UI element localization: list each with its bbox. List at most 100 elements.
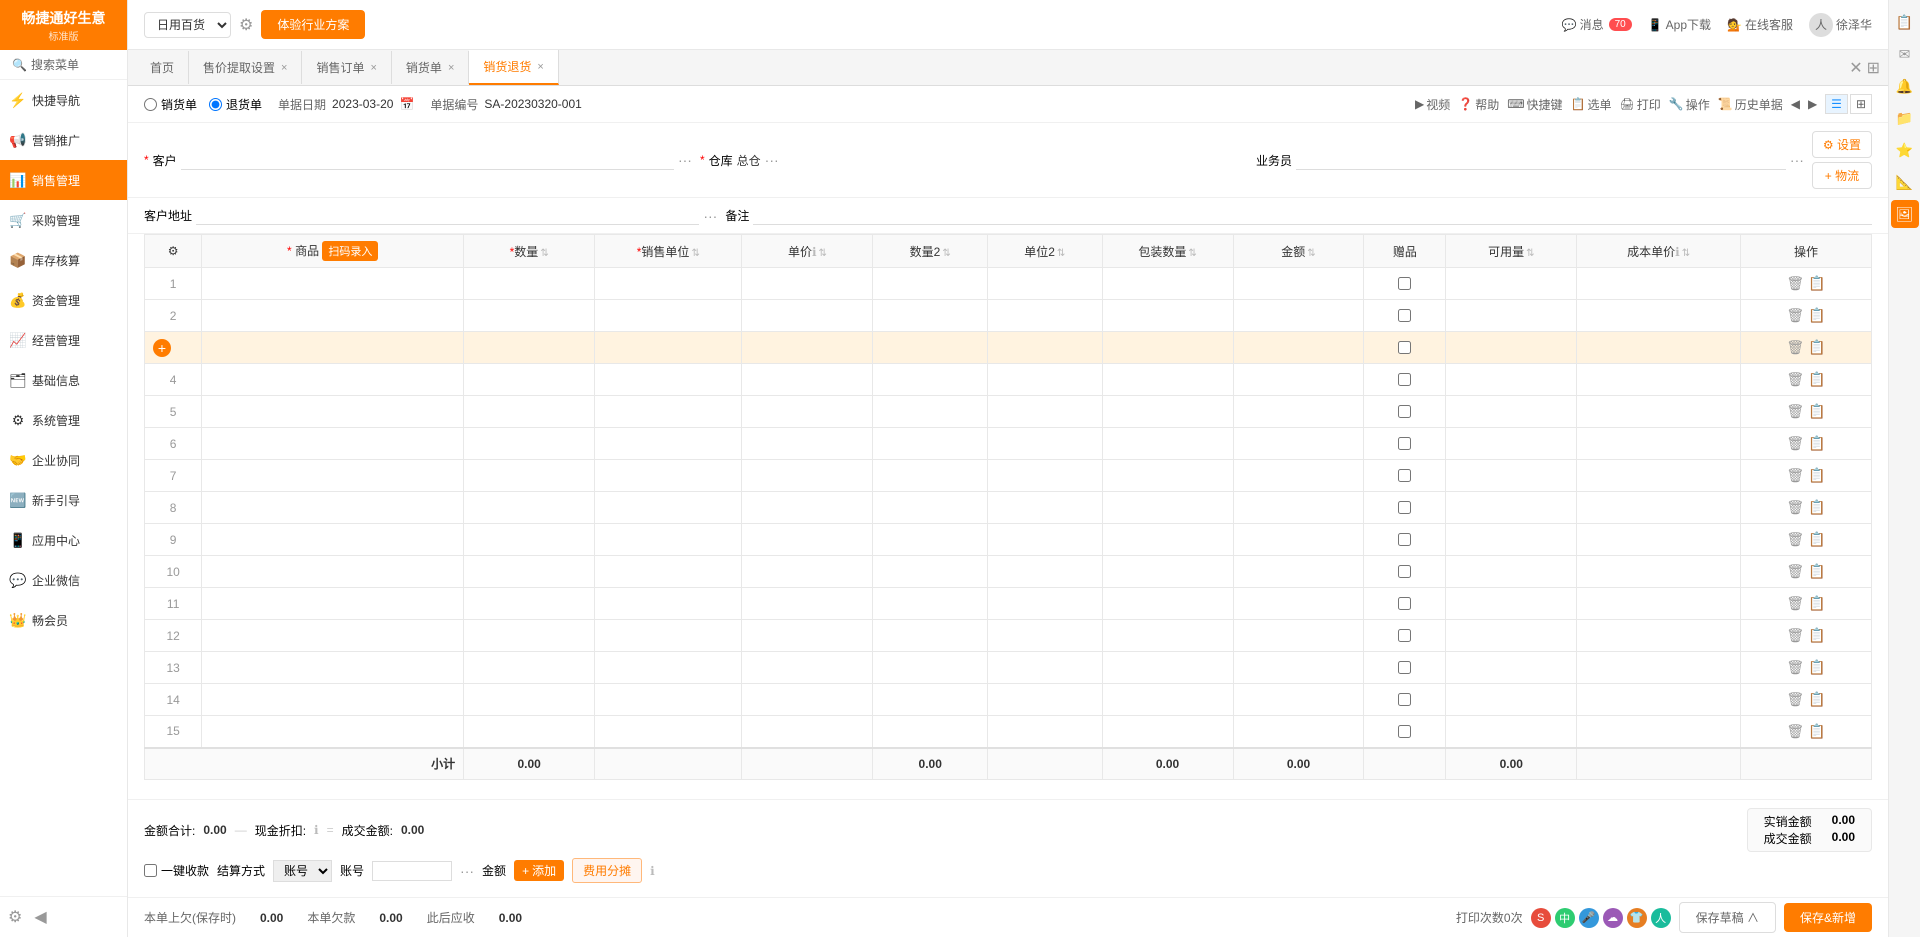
- sidebar-item-vip[interactable]: 👑 畅会员: [0, 600, 127, 640]
- tab-price-close[interactable]: ×: [281, 62, 287, 74]
- product-cell[interactable]: [202, 716, 464, 748]
- save-draft-btn[interactable]: 保存草稿 ∧: [1679, 902, 1776, 933]
- quantity2-cell[interactable]: [873, 652, 988, 684]
- amount-cell[interactable]: [1233, 268, 1364, 300]
- account-select-btn[interactable]: ···: [460, 863, 474, 879]
- quantity2-cell[interactable]: [873, 492, 988, 524]
- gift-cell[interactable]: [1364, 268, 1446, 300]
- sidebar-item-apps[interactable]: 📱 应用中心: [0, 520, 127, 560]
- pack-qty-cell[interactable]: [1102, 300, 1233, 332]
- pack-qty-cell[interactable]: [1102, 332, 1233, 364]
- copy-row-btn[interactable]: 📋: [1808, 435, 1825, 452]
- sidebar-search[interactable]: 🔍 搜索菜单: [0, 50, 127, 80]
- gift-cell[interactable]: [1364, 716, 1446, 748]
- radio-sales-input[interactable]: [144, 98, 157, 111]
- gift-cell[interactable]: [1364, 556, 1446, 588]
- unit2-cell[interactable]: [987, 300, 1102, 332]
- prev-record-btn[interactable]: ◀: [1791, 97, 1800, 111]
- cost-price-cell[interactable]: [1577, 492, 1741, 524]
- radio-return-input[interactable]: [209, 98, 222, 111]
- quantity2-cell[interactable]: [873, 588, 988, 620]
- cost-price-cell[interactable]: [1577, 716, 1741, 748]
- quantity-cell[interactable]: [464, 652, 595, 684]
- unit2-cell[interactable]: [987, 652, 1102, 684]
- gift-cell[interactable]: [1364, 300, 1446, 332]
- available-cell[interactable]: [1446, 396, 1577, 428]
- amount-cell[interactable]: [1233, 620, 1364, 652]
- unit2-cell[interactable]: [987, 588, 1102, 620]
- copy-row-btn[interactable]: 📋: [1808, 691, 1825, 708]
- gift-checkbox[interactable]: [1398, 309, 1411, 322]
- available-cell[interactable]: [1446, 300, 1577, 332]
- sidebar-bottom-gear[interactable]: ⚙: [8, 907, 22, 927]
- gift-checkbox[interactable]: [1398, 341, 1411, 354]
- salesperson-select-btn[interactable]: ···: [1790, 152, 1804, 168]
- calendar-icon[interactable]: 📅: [399, 97, 414, 111]
- unit-price-cell[interactable]: [742, 620, 873, 652]
- quantity-cell[interactable]: [464, 460, 595, 492]
- icon-cloud[interactable]: ☁: [1603, 908, 1623, 928]
- product-cell[interactable]: [202, 300, 464, 332]
- sidebar-item-wechat[interactable]: 💬 企业微信: [0, 560, 127, 600]
- gift-checkbox[interactable]: [1398, 597, 1411, 610]
- product-cell[interactable]: [202, 492, 464, 524]
- maximize-btn[interactable]: ⊞: [1867, 58, 1880, 78]
- delete-row-btn[interactable]: 🗑: [1786, 659, 1804, 676]
- delete-row-btn[interactable]: 🗑: [1786, 467, 1804, 484]
- unit-price-cell[interactable]: [742, 332, 873, 364]
- address-input[interactable]: [196, 206, 699, 225]
- sidebar-collapse-btn[interactable]: ◀: [34, 907, 46, 927]
- gift-cell[interactable]: [1364, 332, 1446, 364]
- gift-cell[interactable]: [1364, 588, 1446, 620]
- unit-price-cell[interactable]: [742, 268, 873, 300]
- icon-zh[interactable]: 中: [1555, 908, 1575, 928]
- unit-sort-icon[interactable]: ⇅: [691, 248, 699, 259]
- settings-side-btn[interactable]: ⚙ 设置: [1812, 131, 1872, 158]
- right-icon-bell[interactable]: 🔔: [1891, 72, 1919, 100]
- available-cell[interactable]: [1446, 684, 1577, 716]
- available-cell[interactable]: [1446, 620, 1577, 652]
- gift-cell[interactable]: [1364, 492, 1446, 524]
- quantity2-cell[interactable]: [873, 268, 988, 300]
- sales-unit-cell[interactable]: [595, 460, 742, 492]
- select-doc-btn[interactable]: 📋 选单: [1571, 96, 1612, 113]
- delete-row-btn[interactable]: 🗑: [1786, 371, 1804, 388]
- add-payment-btn[interactable]: + 添加: [514, 860, 564, 881]
- sales-unit-cell[interactable]: [595, 684, 742, 716]
- sales-unit-cell[interactable]: [595, 268, 742, 300]
- unit2-cell[interactable]: [987, 428, 1102, 460]
- available-cell[interactable]: [1446, 588, 1577, 620]
- product-cell[interactable]: [202, 652, 464, 684]
- gift-cell[interactable]: [1364, 684, 1446, 716]
- app-download-btn[interactable]: 📱 App下载: [1648, 16, 1711, 33]
- available-cell[interactable]: [1446, 460, 1577, 492]
- pack-qty-cell[interactable]: [1102, 588, 1233, 620]
- unit-price-cell[interactable]: [742, 428, 873, 460]
- gift-checkbox[interactable]: [1398, 405, 1411, 418]
- quantity2-cell[interactable]: [873, 620, 988, 652]
- sidebar-item-operation[interactable]: 📈 经营管理: [0, 320, 127, 360]
- quantity-cell[interactable]: [464, 556, 595, 588]
- unit-price-cell[interactable]: [742, 524, 873, 556]
- unit-price-cell[interactable]: [742, 396, 873, 428]
- scan-input-btn[interactable]: 扫码录入: [322, 241, 378, 261]
- quantity-cell[interactable]: [464, 300, 595, 332]
- cost-price-cell[interactable]: [1577, 300, 1741, 332]
- delete-row-btn[interactable]: 🗑: [1786, 627, 1804, 644]
- icon-s[interactable]: S: [1531, 908, 1551, 928]
- sidebar-item-basic[interactable]: 🗂 基础信息: [0, 360, 127, 400]
- amount-cell[interactable]: [1233, 492, 1364, 524]
- salesperson-input[interactable]: [1296, 151, 1786, 170]
- cost-price-cell[interactable]: [1577, 428, 1741, 460]
- quantity-cell[interactable]: [464, 268, 595, 300]
- unit-price-cell[interactable]: [742, 652, 873, 684]
- copy-row-btn[interactable]: 📋: [1808, 627, 1825, 644]
- product-cell[interactable]: [202, 396, 464, 428]
- available-cell[interactable]: [1446, 492, 1577, 524]
- quantity2-cell[interactable]: [873, 300, 988, 332]
- right-icon-mail[interactable]: ✉: [1891, 40, 1919, 68]
- tab-sales[interactable]: 销货单 ×: [392, 51, 469, 84]
- pack-qty-cell[interactable]: [1102, 716, 1233, 748]
- available-cell[interactable]: [1446, 332, 1577, 364]
- sales-unit-cell[interactable]: [595, 492, 742, 524]
